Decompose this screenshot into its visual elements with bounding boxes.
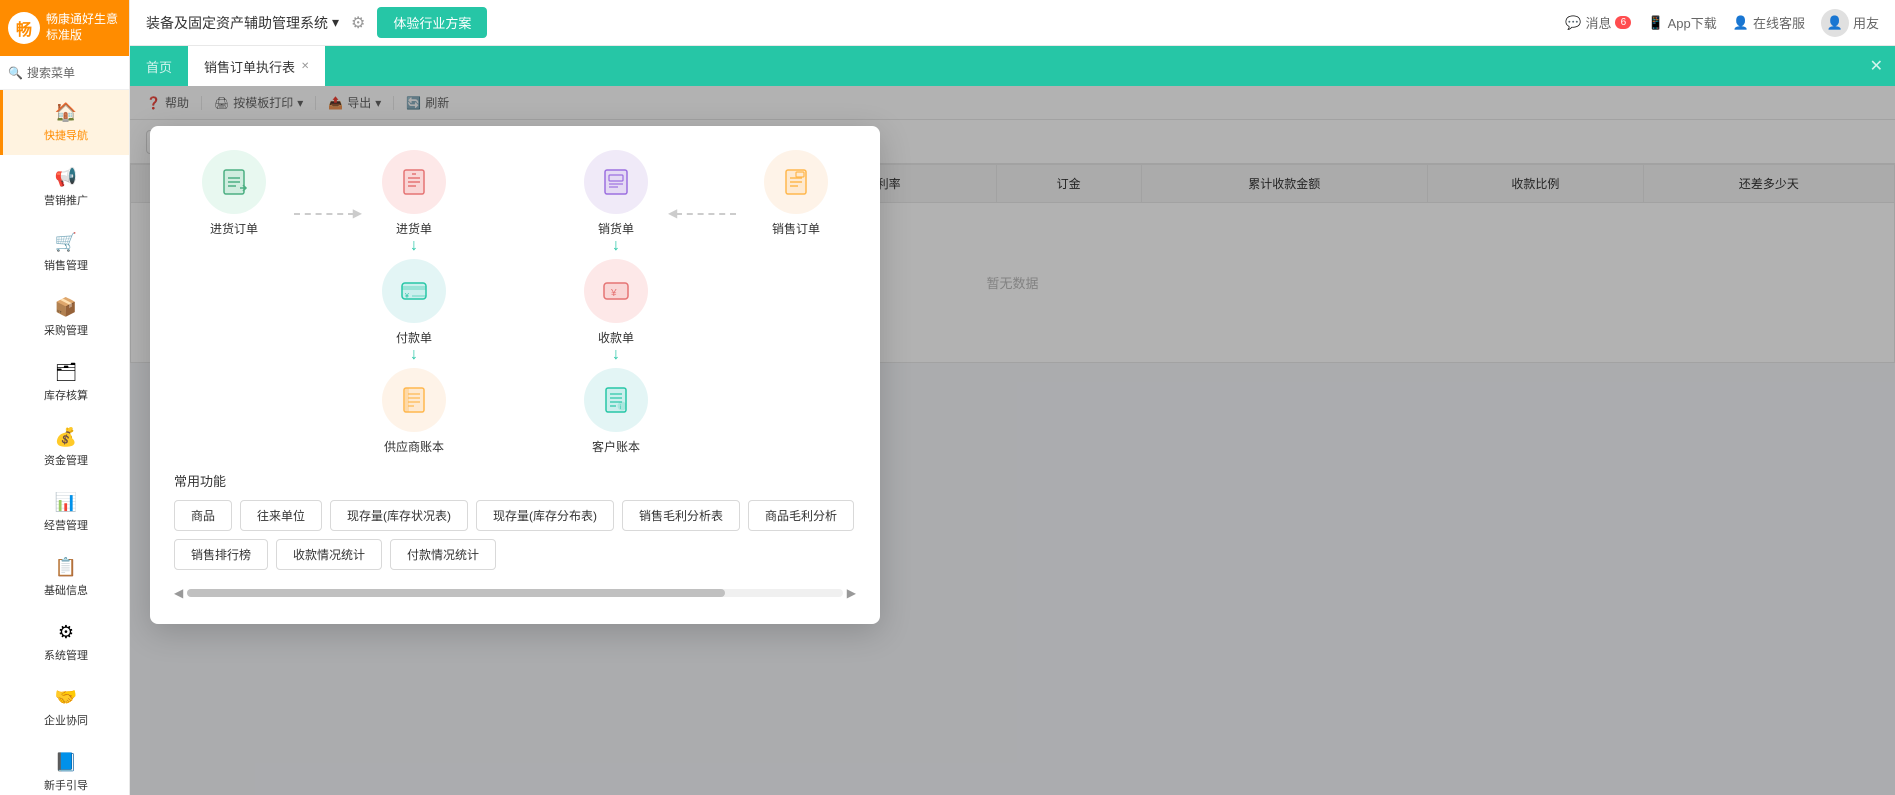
message-badge: 6 <box>1615 16 1631 29</box>
settings-icon[interactable]: ⚙ <box>351 13 365 33</box>
common-buttons-row1: 商品 往来单位 现存量(库存状况表) 现存量(库存分布表) 销售毛利分析表 商品… <box>174 500 856 531</box>
common-buttons-row2: 销售排行榜 收款情况统计 付款情况统计 <box>174 539 856 570</box>
trial-btn[interactable]: 体验行业方案 <box>377 7 487 38</box>
modal-scrollbar[interactable] <box>187 589 843 597</box>
common-btn-receipt-stat[interactable]: 收款情况统计 <box>276 539 382 570</box>
sales-bill-node[interactable]: 销货单 <box>556 150 676 237</box>
purchase-icon: 📦 <box>55 297 77 318</box>
main-area: 装备及固定资产辅助管理系统 ▾ ⚙ 体验行业方案 💬 消息 6 📱 App下载 … <box>130 0 1895 795</box>
user-avatar: 👤 <box>1821 9 1849 37</box>
modal-scrollbar-area: ◀ ▶ <box>174 586 856 600</box>
topbar: 装备及固定资产辅助管理系统 ▾ ⚙ 体验行业方案 💬 消息 6 📱 App下载 … <box>130 0 1895 46</box>
scroll-right-btn[interactable]: ▶ <box>847 586 856 600</box>
payment-node[interactable]: ¥ 付款单 <box>354 259 474 346</box>
common-btn-product[interactable]: 商品 <box>174 500 232 531</box>
svg-text:i: i <box>620 405 621 411</box>
sidebar-logo: 畅 畅康通好生意 标准版 <box>0 0 129 56</box>
common-btn-party[interactable]: 往来单位 <box>240 500 322 531</box>
purchase-order-node[interactable]: 进货订单 <box>174 150 294 237</box>
sidebar-nav: 🏠 快捷导航 📢 营销推广 🛒 销售管理 📦 采购管理 🗂 库存核算 💰 <box>0 90 129 795</box>
sidebar-item-basic[interactable]: 📋 基础信息 <box>0 545 129 610</box>
sidebar-item-quick[interactable]: 🏠 快捷导航 <box>0 90 129 155</box>
user-menu[interactable]: 👤 用友 <box>1821 9 1879 37</box>
tab-sales-order[interactable]: 销售订单执行表 ✕ <box>188 46 325 86</box>
marketing-icon: 📢 <box>55 167 77 188</box>
modal-scrollbar-thumb <box>187 589 725 597</box>
purchase-order-icon <box>202 150 266 214</box>
logo-icon: 畅 <box>8 12 40 44</box>
common-btn-stock-status[interactable]: 现存量(库存状况表) <box>330 500 468 531</box>
tabbar: 首页 销售订单执行表 ✕ ✕ <box>130 46 1895 86</box>
customer-ledger-icon: i <box>584 368 648 432</box>
tab-close-icon[interactable]: ✕ <box>301 61 309 72</box>
tab-close-all-btn[interactable]: ✕ <box>1858 56 1895 76</box>
finance-icon: 💰 <box>55 427 77 448</box>
sales-icon: 🛒 <box>55 232 77 253</box>
common-btn-sales-rank[interactable]: 销售排行榜 <box>174 539 268 570</box>
sales-bill-icon <box>584 150 648 214</box>
online-service-btn[interactable]: 👤 在线客服 <box>1733 13 1805 32</box>
purchase-bill-node[interactable]: 进货单 <box>354 150 474 237</box>
tab-home[interactable]: 首页 <box>130 46 188 86</box>
message-icon: 💬 <box>1565 15 1581 31</box>
common-btn-sales-profit[interactable]: 销售毛利分析表 <box>622 500 740 531</box>
common-btn-payment-stat[interactable]: 付款情况统计 <box>390 539 496 570</box>
common-btn-stock-dist[interactable]: 现存量(库存分布表) <box>476 500 614 531</box>
sidebar-item-inventory[interactable]: 🗂 库存核算 <box>0 350 129 415</box>
sidebar: 畅 畅康通好生意 标准版 🔍 搜索菜单 🏠 快捷导航 📢 营销推广 🛒 销售管理 <box>0 0 130 795</box>
system-title-dropdown[interactable]: 装备及固定资产辅助管理系统 ▾ <box>146 13 339 33</box>
sidebar-item-purchase[interactable]: 📦 采购管理 <box>0 285 129 350</box>
service-icon: 👤 <box>1733 15 1749 31</box>
svg-text:¥: ¥ <box>405 293 409 300</box>
payment-icon: ¥ <box>382 259 446 323</box>
message-btn[interactable]: 💬 消息 6 <box>1565 13 1631 32</box>
common-functions-title: 常用功能 <box>174 471 856 490</box>
guide-icon: 📘 <box>55 752 77 773</box>
sidebar-item-finance[interactable]: 💰 资金管理 <box>0 415 129 480</box>
customer-ledger-node[interactable]: i 客户账本 <box>556 368 676 455</box>
topbar-right: 💬 消息 6 📱 App下载 👤 在线客服 👤 用友 <box>1565 9 1879 37</box>
basic-icon: 📋 <box>55 557 77 578</box>
modal-overlay: 进货订单 ▶ <box>130 86 1895 795</box>
inventory-icon: 🗂 <box>55 362 78 383</box>
quick-icon: 🏠 <box>55 102 77 123</box>
dropdown-arrow-icon: ▾ <box>332 14 339 31</box>
collab-icon: 🤝 <box>55 687 77 708</box>
sidebar-item-sales[interactable]: 🛒 销售管理 <box>0 220 129 285</box>
logo-text: 畅康通好生意 标准版 <box>46 12 118 43</box>
supplier-ledger-icon <box>382 368 446 432</box>
download-icon: 📱 <box>1647 15 1663 31</box>
system-title: 装备及固定资产辅助管理系统 <box>146 13 328 33</box>
search-icon: 🔍 <box>8 66 23 80</box>
sales-order-node[interactable]: 销售订单 <box>736 150 856 237</box>
quick-nav-modal: 进货订单 ▶ <box>150 126 880 624</box>
sales-order-icon <box>764 150 828 214</box>
common-btn-product-profit[interactable]: 商品毛利分析 <box>748 500 854 531</box>
purchase-bill-icon <box>382 150 446 214</box>
search-menu[interactable]: 🔍 搜索菜单 <box>0 56 129 90</box>
svg-text:¥: ¥ <box>610 288 617 299</box>
content-area: ❓ 帮助 🖨 按模板打印 ▾ 📤 导出 ▾ 🔄 刷新 <box>130 86 1895 795</box>
supplier-ledger-node[interactable]: 供应商账本 <box>354 368 474 455</box>
sidebar-item-operation[interactable]: 📊 经营管理 <box>0 480 129 545</box>
system-icon: ⚙ <box>58 622 74 643</box>
app-download-btn[interactable]: 📱 App下载 <box>1647 13 1716 32</box>
receipt-node[interactable]: ¥ 收款单 <box>556 259 676 346</box>
sidebar-item-guide[interactable]: 📘 新手引导 <box>0 740 129 795</box>
scroll-left-btn[interactable]: ◀ <box>174 586 183 600</box>
operation-icon: 📊 <box>55 492 77 513</box>
common-functions-section: 常用功能 商品 往来单位 现存量(库存状况表) 现存量(库存分布表) 销售毛利分… <box>174 471 856 570</box>
sidebar-item-system[interactable]: ⚙ 系统管理 <box>0 610 129 675</box>
sidebar-item-collab[interactable]: 🤝 企业协同 <box>0 675 129 740</box>
receipt-icon: ¥ <box>584 259 648 323</box>
sidebar-item-marketing[interactable]: 📢 营销推广 <box>0 155 129 220</box>
